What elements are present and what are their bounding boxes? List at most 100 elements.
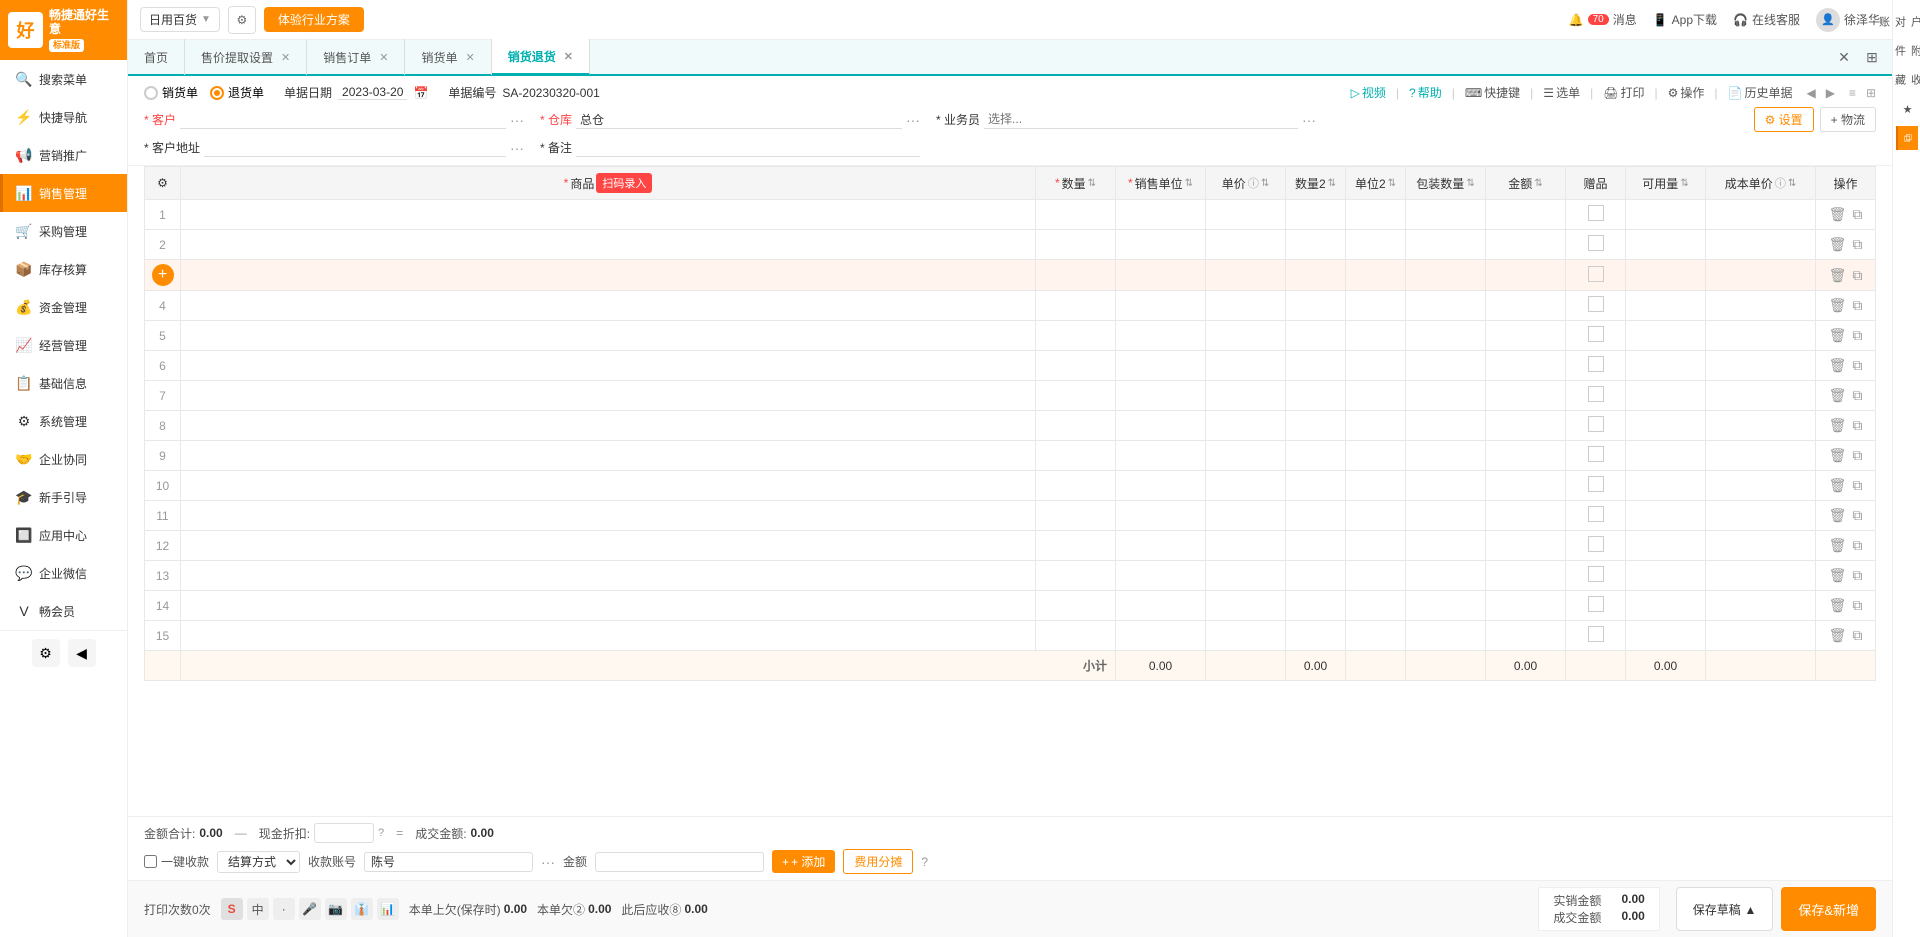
history-link[interactable]: 📄 历史单据 xyxy=(1727,84,1792,101)
right-panel-tab-account[interactable]: 客户对账 xyxy=(1870,8,1920,35)
copy-icon-13[interactable]: ⧉ xyxy=(1852,567,1862,584)
cost-sort-icon[interactable]: ⇅ xyxy=(1788,178,1796,189)
save-draft-button[interactable]: 保存草稿 ▲ xyxy=(1676,887,1774,931)
view-grid-icon[interactable]: ⊞ xyxy=(1866,86,1876,100)
copy-icon-14[interactable]: ⧉ xyxy=(1852,597,1862,614)
gift-checkbox-9[interactable] xyxy=(1588,446,1604,462)
goods-input-3[interactable] xyxy=(185,268,1031,282)
sidebar-item-purchase[interactable]: 🛒 采购管理 xyxy=(0,212,127,250)
gift-checkbox-14[interactable] xyxy=(1588,596,1604,612)
row-avail-3[interactable] xyxy=(1626,260,1706,291)
view-list-icon[interactable]: ≡ xyxy=(1849,86,1856,100)
operation-link[interactable]: ⚙ 操作 xyxy=(1668,84,1705,101)
sidebar-item-wechat-work[interactable]: 💬 企业微信 xyxy=(0,554,127,592)
unit-sort-icon[interactable]: ⇅ xyxy=(1185,178,1193,189)
warehouse-more-icon[interactable]: ··· xyxy=(906,112,920,128)
settings-button[interactable]: ⚙ 设置 xyxy=(1754,107,1814,132)
row-price-1[interactable] xyxy=(1206,200,1286,230)
tab-sales-order-close[interactable]: ✕ xyxy=(379,51,388,64)
amount-sort-icon[interactable]: ⇅ xyxy=(1534,178,1542,189)
trial-button[interactable]: 体验行业方案 xyxy=(264,7,364,32)
cashier-checkbox[interactable] xyxy=(144,855,157,868)
sidebar-item-sales[interactable]: 📊 销售管理 xyxy=(0,174,127,212)
tab-return-close[interactable]: ✕ xyxy=(564,50,573,63)
delete-icon-3[interactable]: 🗑 xyxy=(1829,267,1847,284)
pack-sort-icon[interactable]: ⇅ xyxy=(1466,178,1474,189)
row-pack-2[interactable] xyxy=(1406,230,1486,260)
customer-more-icon[interactable]: ··· xyxy=(510,112,524,128)
cashier-account-input[interactable] xyxy=(364,852,533,872)
next-icon[interactable]: ▶ xyxy=(1826,86,1835,100)
gift-checkbox-7[interactable] xyxy=(1588,386,1604,402)
print-link[interactable]: 🖨 打印 xyxy=(1603,84,1644,101)
copy-icon-9[interactable]: ⧉ xyxy=(1852,447,1862,464)
delete-icon-7[interactable]: 🗑 xyxy=(1829,387,1847,404)
row-goods-4[interactable] xyxy=(181,291,1036,321)
price-info-icon[interactable]: ⓘ xyxy=(1248,175,1259,191)
copy-icon-8[interactable]: ⧉ xyxy=(1852,417,1862,434)
salesperson-input[interactable] xyxy=(984,110,1298,129)
tab-price-close[interactable]: ✕ xyxy=(281,51,290,64)
gift-checkbox-11[interactable] xyxy=(1588,506,1604,522)
row-qty2-1[interactable] xyxy=(1286,200,1346,230)
copy-icon-15[interactable]: ⧉ xyxy=(1852,627,1862,644)
sidebar-item-marketing[interactable]: 📢 营销推广 xyxy=(0,136,127,174)
delete-icon-8[interactable]: 🗑 xyxy=(1829,417,1847,434)
cashier-more-icon[interactable]: ··· xyxy=(541,854,555,870)
delete-icon-6[interactable]: 🗑 xyxy=(1829,357,1847,374)
calendar-icon[interactable]: 📅 xyxy=(413,86,428,100)
row-amount-3[interactable] xyxy=(1486,260,1566,291)
cashier-amount-input[interactable] xyxy=(595,852,764,872)
tab-home[interactable]: 首页 xyxy=(128,39,185,75)
col-gear-header[interactable]: ⚙ xyxy=(145,167,181,200)
gift-checkbox-1[interactable] xyxy=(1588,205,1604,221)
app-download-group[interactable]: 📱 App下载 xyxy=(1653,11,1717,28)
delete-icon-1[interactable]: 🗑 xyxy=(1829,206,1847,223)
copy-icon-7[interactable]: ⧉ xyxy=(1852,387,1862,404)
footer-icon-cam[interactable]: 📷 xyxy=(325,898,347,920)
row-price-2[interactable] xyxy=(1206,230,1286,260)
gift-checkbox-5[interactable] xyxy=(1588,326,1604,342)
delete-icon-15[interactable]: 🗑 xyxy=(1829,627,1847,644)
footer-icon-chart2[interactable]: 📊 xyxy=(377,898,399,920)
tab-sales-order[interactable]: 销售订单 ✕ xyxy=(307,39,405,75)
copy-icon-10[interactable]: ⧉ xyxy=(1852,477,1862,494)
add-cashier-button[interactable]: + + 添加 xyxy=(772,850,835,873)
message-group[interactable]: 🔔 70 消息 xyxy=(1569,11,1637,28)
footer-icon-dot[interactable]: · xyxy=(273,898,295,920)
discount-input[interactable] xyxy=(314,823,374,843)
tab-sales[interactable]: 销货单 ✕ xyxy=(405,39,491,75)
row-amount-1[interactable] xyxy=(1486,200,1566,230)
row-unit-1[interactable] xyxy=(1116,200,1206,230)
online-service-group[interactable]: 🎧 在线客服 xyxy=(1733,11,1800,28)
footer-icon-s[interactable]: S xyxy=(221,898,243,920)
gift-checkbox-12[interactable] xyxy=(1588,536,1604,552)
avail-sort-icon[interactable]: ⇅ xyxy=(1680,178,1688,189)
footer-icon-mic[interactable]: 🎤 xyxy=(299,898,321,920)
sidebar-item-shortcuts[interactable]: ⚡ 快捷导航 xyxy=(0,98,127,136)
row-gift-3[interactable] xyxy=(1566,260,1626,291)
sidebar-item-finance[interactable]: 💰 资金管理 xyxy=(0,288,127,326)
cashier-method-select[interactable]: 结算方式 xyxy=(217,851,300,873)
price-sort-icon[interactable]: ⇅ xyxy=(1261,178,1269,189)
table-gear-icon[interactable]: ⚙ xyxy=(157,176,168,190)
gift-checkbox-4[interactable] xyxy=(1588,296,1604,312)
save-new-button[interactable]: 保存&新增 xyxy=(1781,887,1876,931)
gift-checkbox-15[interactable] xyxy=(1588,626,1604,642)
row-pack-1[interactable] xyxy=(1406,200,1486,230)
qty-sort-icon[interactable]: ⇅ xyxy=(1088,178,1096,189)
row-gift-2[interactable] xyxy=(1566,230,1626,260)
tab-return[interactable]: 销货退货 ✕ xyxy=(492,39,590,75)
delete-icon-9[interactable]: 🗑 xyxy=(1829,447,1847,464)
help-icon[interactable]: ? xyxy=(921,855,928,869)
industry-select[interactable]: 日用百货 ▼ xyxy=(140,7,220,32)
sidebar-item-vip[interactable]: V 畅会员 xyxy=(0,592,127,630)
customer-input[interactable] xyxy=(180,110,506,129)
row-qty-1[interactable] xyxy=(1036,200,1116,230)
sidebar-item-newbie[interactable]: 🎓 新手引导 xyxy=(0,478,127,516)
delete-icon-12[interactable]: 🗑 xyxy=(1829,537,1847,554)
sidebar-item-basic[interactable]: 📋 基础信息 xyxy=(0,364,127,402)
gift-checkbox-10[interactable] xyxy=(1588,476,1604,492)
copy-icon-11[interactable]: ⧉ xyxy=(1852,507,1862,524)
warehouse-input[interactable] xyxy=(576,110,902,129)
